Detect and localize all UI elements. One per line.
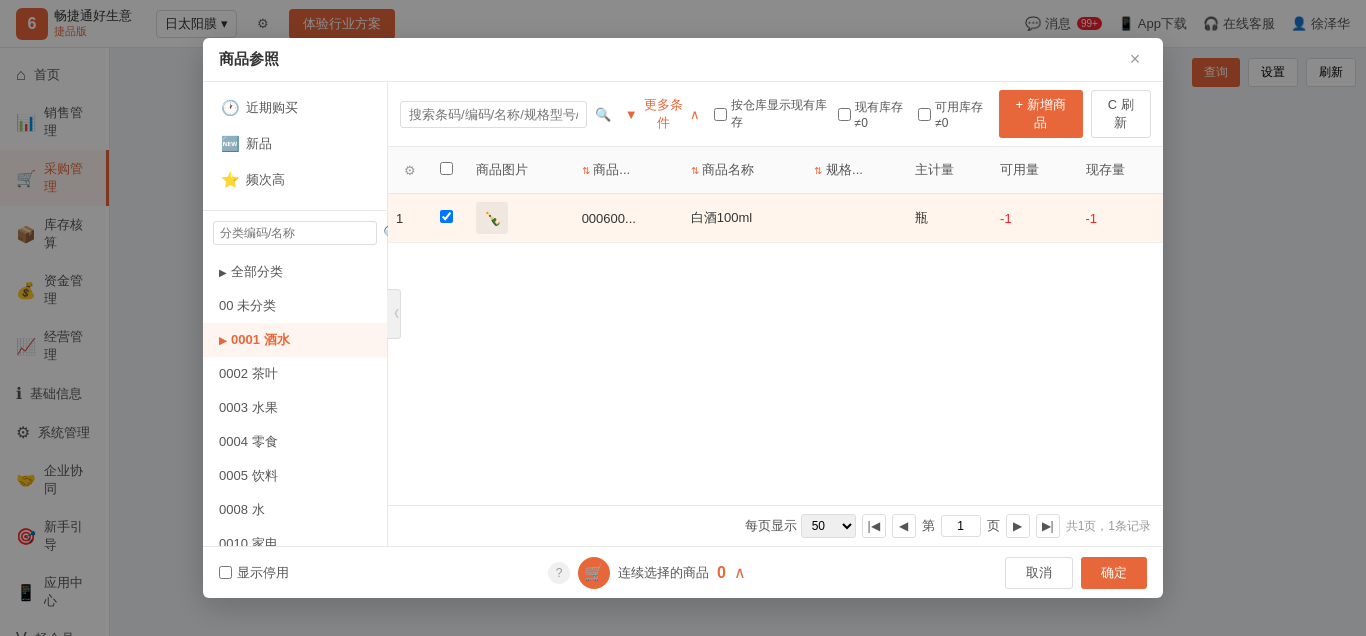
category-0002[interactable]: 0002 茶叶 bbox=[203, 357, 387, 391]
modal-title: 商品参照 bbox=[219, 50, 279, 69]
category-0005[interactable]: 0005 饮料 bbox=[203, 459, 387, 493]
page-summary: 共1页，1条记录 bbox=[1066, 518, 1151, 535]
new-icon: 🆕 bbox=[221, 135, 240, 153]
product-image: 🍾 bbox=[476, 202, 508, 234]
select-all-checkbox[interactable] bbox=[440, 162, 453, 175]
category-list: ▶ 全部分类 00 未分类 ▶ 0001 酒水 0002 茶叶 0003 水果 bbox=[203, 251, 387, 546]
show-disabled-input[interactable] bbox=[219, 566, 232, 579]
filter-icon: ▼ bbox=[625, 107, 638, 122]
toolbar: 🔍 ▼ 更多条件 ∧ 按仓库显示现有库存 现有库存≠0 bbox=[388, 82, 1163, 147]
per-page-select[interactable]: 50 100 200 bbox=[801, 514, 856, 538]
category-0001[interactable]: ▶ 0001 酒水 bbox=[203, 323, 387, 357]
category-0003[interactable]: 0003 水果 bbox=[203, 391, 387, 425]
more-filter-btn[interactable]: ▼ 更多条件 ∧ bbox=[619, 92, 706, 136]
pagination: 每页显示 50 100 200 |◀ ◀ 第 页 ▶ ▶| 共1页，1条记录 bbox=[388, 505, 1163, 546]
row-spec bbox=[806, 194, 906, 243]
row-num: 1 bbox=[388, 194, 432, 243]
col-stock: 现存量 bbox=[1078, 147, 1164, 194]
col-settings-icon[interactable]: ⚙ bbox=[396, 156, 424, 184]
last-page-btn[interactable]: ▶| bbox=[1036, 514, 1060, 538]
row-checkbox[interactable] bbox=[432, 194, 468, 243]
toolbar-right: + 新增商品 C 刷新 bbox=[999, 90, 1151, 138]
footer-left: 显示停用 bbox=[219, 564, 289, 582]
category-0008[interactable]: 0008 水 bbox=[203, 493, 387, 527]
help-icon[interactable]: ? bbox=[548, 562, 570, 584]
category-00[interactable]: 00 未分类 bbox=[203, 289, 387, 323]
left-panel: 🕐 近期购买 🆕 新品 ⭐ 频次高 🔍 bbox=[203, 82, 388, 546]
footer-center: ? 🛒 连续选择的商品 0 ∧ bbox=[301, 557, 993, 589]
warehouse-filter-input[interactable] bbox=[714, 108, 727, 121]
modal-body: 🕐 近期购买 🆕 新品 ⭐ 频次高 🔍 bbox=[203, 82, 1163, 546]
modal-footer: 显示停用 ? 🛒 连续选择的商品 0 ∧ 取消 确定 bbox=[203, 546, 1163, 598]
arrow-icon: ▶ bbox=[219, 335, 227, 346]
recent-purchase-item[interactable]: 🕐 近期购买 bbox=[211, 92, 379, 124]
confirm-btn[interactable]: 确定 bbox=[1081, 557, 1147, 589]
star-icon: ⭐ bbox=[221, 171, 240, 189]
modal-close-btn[interactable]: × bbox=[1123, 48, 1147, 72]
sort-icon: ⇅ bbox=[814, 165, 822, 176]
show-disabled-check[interactable]: 显示停用 bbox=[219, 564, 289, 582]
chevron-left-icon: 《 bbox=[389, 307, 399, 321]
panel-collapse-btn[interactable]: 《 bbox=[387, 289, 401, 339]
cart-btn[interactable]: 🛒 bbox=[578, 557, 610, 589]
product-table-container: ⚙ 商品图片 ⇅ 商品... bbox=[388, 147, 1163, 505]
available-nonzero-check[interactable]: 可用库存≠0 bbox=[918, 99, 991, 130]
product-reference-modal: 商品参照 × 🕐 近期购买 🆕 新品 ⭐ 频次高 bbox=[203, 38, 1163, 598]
collapse-arrow-icon[interactable]: ∧ bbox=[734, 563, 746, 582]
product-table: ⚙ 商品图片 ⇅ 商品... bbox=[388, 147, 1163, 243]
modal-overlay: 商品参照 × 🕐 近期购买 🆕 新品 ⭐ 频次高 bbox=[0, 0, 1366, 636]
table-header-row: ⚙ 商品图片 ⇅ 商品... bbox=[388, 147, 1163, 194]
col-available: 可用量 bbox=[992, 147, 1077, 194]
table-row[interactable]: 1 🍾 000600... 白酒100ml 瓶 bbox=[388, 194, 1163, 243]
warehouse-filter-check[interactable]: 按仓库显示现有库存 bbox=[714, 97, 830, 131]
col-code[interactable]: ⇅ 商品... bbox=[574, 147, 683, 194]
stock-nonzero-input[interactable] bbox=[838, 108, 851, 121]
first-page-btn[interactable]: |◀ bbox=[862, 514, 886, 538]
add-product-btn[interactable]: + 新增商品 bbox=[999, 90, 1083, 138]
category-search-row: 🔍 bbox=[203, 215, 387, 251]
quick-access: 🕐 近期购买 🆕 新品 ⭐ 频次高 bbox=[203, 82, 387, 206]
prev-page-btn[interactable]: ◀ bbox=[892, 514, 916, 538]
cancel-btn[interactable]: 取消 bbox=[1005, 557, 1073, 589]
modal-header: 商品参照 × bbox=[203, 38, 1163, 82]
row-code: 000600... bbox=[574, 194, 683, 243]
recent-icon: 🕐 bbox=[221, 99, 240, 117]
row-stock: -1 bbox=[1078, 194, 1164, 243]
new-product-item[interactable]: 🆕 新品 bbox=[211, 128, 379, 160]
col-name[interactable]: ⇅ 商品名称 bbox=[683, 147, 807, 194]
footer-right: 取消 确定 bbox=[1005, 557, 1147, 589]
col-img: 商品图片 bbox=[468, 147, 574, 194]
col-spec[interactable]: ⇅ 规格... bbox=[806, 147, 906, 194]
category-0004[interactable]: 0004 零食 bbox=[203, 425, 387, 459]
frequent-item[interactable]: ⭐ 频次高 bbox=[211, 164, 379, 196]
category-0010[interactable]: 0010 家电 bbox=[203, 527, 387, 546]
sort-icon: ⇅ bbox=[691, 165, 699, 176]
col-unit: 主计量 bbox=[907, 147, 992, 194]
row-available: -1 bbox=[992, 194, 1077, 243]
page-number-input[interactable] bbox=[941, 515, 981, 537]
category-all[interactable]: ▶ 全部分类 bbox=[203, 255, 387, 289]
row-unit: 瓶 bbox=[907, 194, 992, 243]
product-search-icon[interactable]: 🔍 bbox=[595, 107, 611, 122]
available-nonzero-input[interactable] bbox=[918, 108, 931, 121]
category-search-input[interactable] bbox=[213, 221, 377, 245]
row-name: 白酒100ml bbox=[683, 194, 807, 243]
divider bbox=[203, 210, 387, 211]
refresh-btn[interactable]: C 刷新 bbox=[1091, 90, 1151, 138]
next-page-btn[interactable]: ▶ bbox=[1006, 514, 1030, 538]
right-panel: 🔍 ▼ 更多条件 ∧ 按仓库显示现有库存 现有库存≠0 bbox=[388, 82, 1163, 546]
stock-nonzero-check[interactable]: 现有库存≠0 bbox=[838, 99, 911, 130]
product-search-input[interactable] bbox=[400, 101, 587, 128]
chevron-up-icon: ∧ bbox=[690, 107, 700, 122]
per-page-selector: 每页显示 50 100 200 bbox=[745, 514, 856, 538]
row-img: 🍾 bbox=[468, 194, 574, 243]
sort-icon: ⇅ bbox=[582, 165, 590, 176]
arrow-icon: ▶ bbox=[219, 267, 227, 278]
